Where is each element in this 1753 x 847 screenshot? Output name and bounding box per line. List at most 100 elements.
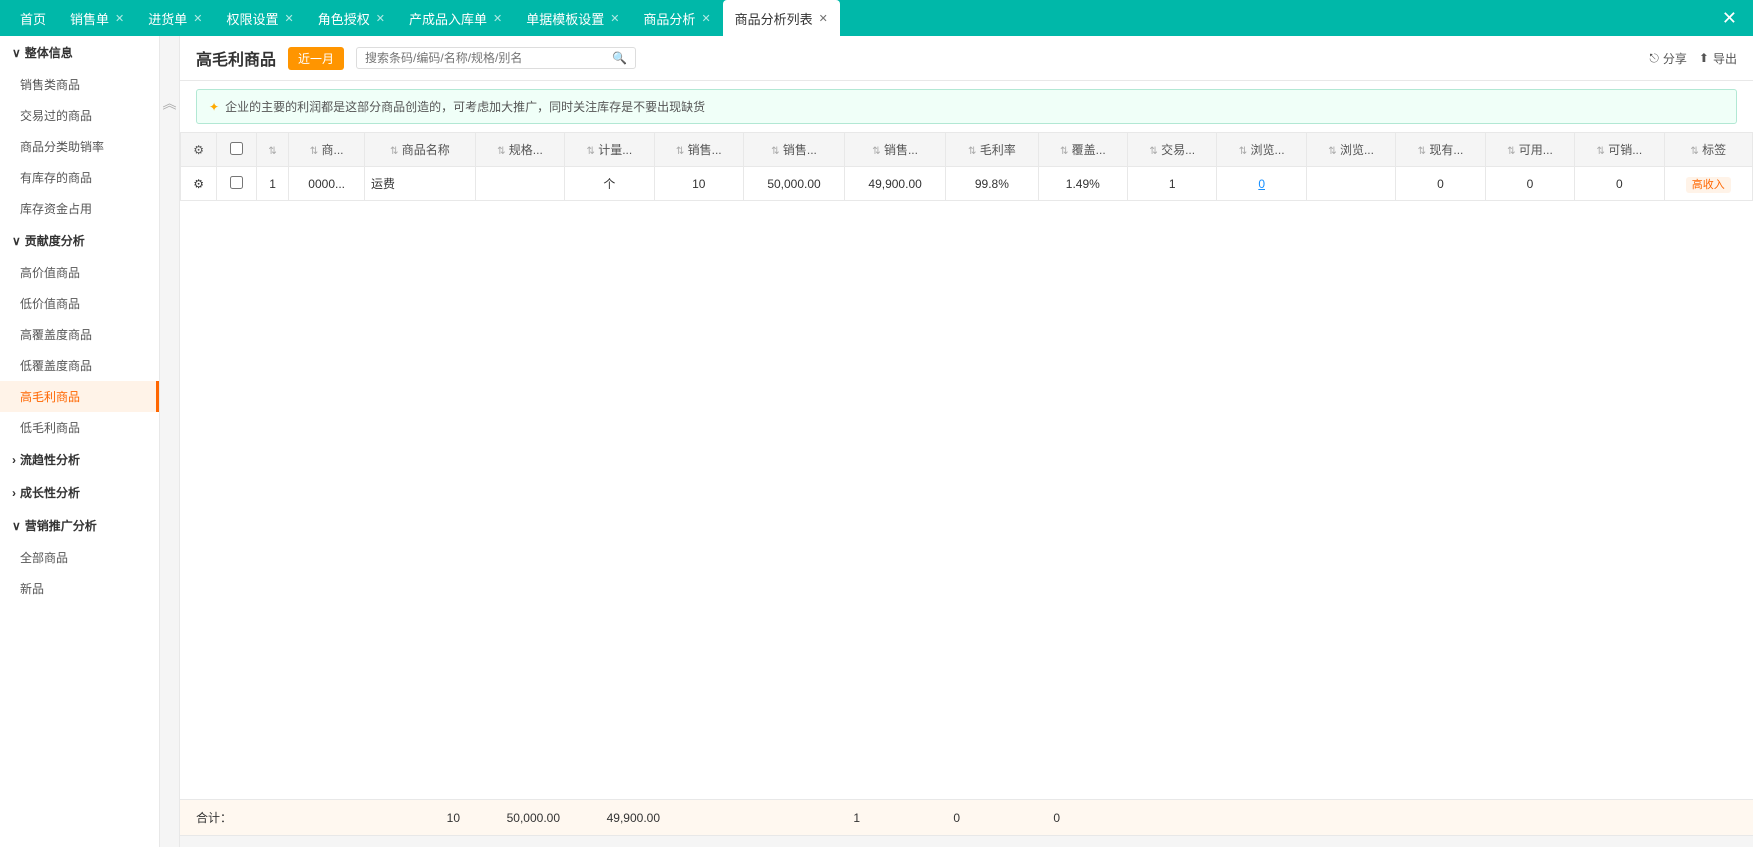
nav-item-商品分析[interactable]: 商品分析✕ bbox=[631, 0, 722, 36]
sidebar-item-销售类商品[interactable]: 销售类商品 bbox=[0, 69, 159, 100]
row-name: 运费 bbox=[364, 167, 475, 201]
info-text: 企业的主要的利润都是这部分商品创造的，可考虑加大推广，同时关注库存是不要出现缺货 bbox=[225, 98, 705, 115]
col-header-code[interactable]: ⇅ 商... bbox=[289, 133, 365, 167]
chevron-right-icon: › bbox=[12, 453, 16, 467]
sidebar-item-库存资金占用[interactable]: 库存资金占用 bbox=[0, 193, 159, 224]
sidebar-item-高毛利商品[interactable]: 高毛利商品 bbox=[0, 381, 159, 412]
nav-item-首页[interactable]: 首页 bbox=[8, 0, 58, 36]
row-available: 0 bbox=[1485, 167, 1574, 201]
footer-trade: 1 bbox=[680, 811, 860, 825]
row-tag: 高收入 bbox=[1664, 167, 1752, 201]
table-body: ⚙10000...运费个1050,000.0049,900.0099.8%1.4… bbox=[181, 167, 1753, 201]
col-header-gross_rate[interactable]: ⇅ 毛利率 bbox=[946, 133, 1038, 167]
nav-item-商品分析列表[interactable]: 商品分析列表✕ bbox=[723, 0, 840, 36]
sidebar-section-营销推广分析[interactable]: ∨营销推广分析 bbox=[0, 509, 159, 542]
row-checkbox[interactable] bbox=[230, 176, 243, 189]
sidebar-item-高覆盖度商品[interactable]: 高覆盖度商品 bbox=[0, 319, 159, 350]
footer-sales-profit: 49,900.00 bbox=[580, 811, 660, 825]
col-header-available[interactable]: ⇅ 可用... bbox=[1485, 133, 1574, 167]
sidebar-item-全部商品[interactable]: 全部商品 bbox=[0, 542, 159, 573]
col-header-coverage[interactable]: ⇅ 覆盖... bbox=[1038, 133, 1127, 167]
footer-sales-amount: 50,000.00 bbox=[480, 811, 560, 825]
row-sales-profit: 49,900.00 bbox=[845, 167, 946, 201]
sidebar-item-新品[interactable]: 新品 bbox=[0, 573, 159, 604]
row-sales-qty: 10 bbox=[654, 167, 743, 201]
col-header-unit[interactable]: ⇅ 计量... bbox=[565, 133, 654, 167]
sidebar-item-高价值商品[interactable]: 高价值商品 bbox=[0, 257, 159, 288]
nav-close-icon[interactable]: ✕ bbox=[701, 12, 710, 25]
col-header-sales_qty[interactable]: ⇅ 销售... bbox=[654, 133, 743, 167]
row-current-stock: 0 bbox=[1396, 167, 1485, 201]
sidebar-item-低覆盖度商品[interactable]: 低覆盖度商品 bbox=[0, 350, 159, 381]
col-header-sales_profit[interactable]: ⇅ 销售... bbox=[845, 133, 946, 167]
search-input[interactable] bbox=[365, 51, 608, 65]
sidebar-item-低毛利商品[interactable]: 低毛利商品 bbox=[0, 412, 159, 443]
header-actions: ⎋ 分享 ⬆ 导出 bbox=[1649, 50, 1737, 67]
nav-item-产成品入库单[interactable]: 产成品入库单✕ bbox=[397, 0, 514, 36]
row-trade: 1 bbox=[1128, 167, 1217, 201]
chevron-down-icon: ∨ bbox=[12, 46, 21, 60]
nav-close-icon[interactable]: ✕ bbox=[376, 12, 385, 25]
share-button[interactable]: ⎋ 分享 bbox=[1649, 50, 1687, 67]
sidebar-section-贡献度分析[interactable]: ∨贡献度分析 bbox=[0, 224, 159, 257]
window-close-button[interactable]: ✕ bbox=[1714, 8, 1745, 29]
row-settings[interactable]: ⚙ bbox=[181, 167, 217, 201]
nav-item-单据模板设置[interactable]: 单据模板设置✕ bbox=[514, 0, 631, 36]
col-header-current_stock[interactable]: ⇅ 现有... bbox=[1396, 133, 1485, 167]
export-icon: ⬆ bbox=[1699, 51, 1709, 65]
export-button[interactable]: ⬆ 导出 bbox=[1699, 50, 1737, 67]
search-box: 🔍 bbox=[356, 47, 636, 69]
col-header-name[interactable]: ⇅ 商品名称 bbox=[364, 133, 475, 167]
info-banner: ✦ 企业的主要的利润都是这部分商品创造的，可考虑加大推广，同时关注库存是不要出现… bbox=[196, 89, 1737, 124]
row-browse2 bbox=[1306, 167, 1395, 201]
nav-close-icon[interactable]: ✕ bbox=[193, 12, 202, 25]
nav-close-icon[interactable]: ✕ bbox=[819, 12, 828, 25]
nav-close-icon[interactable]: ✕ bbox=[285, 12, 294, 25]
row-saleable: 0 bbox=[1575, 167, 1664, 201]
chevron-down-icon: ∨ bbox=[12, 519, 21, 533]
nav-item-角色授权[interactable]: 角色授权✕ bbox=[306, 0, 397, 36]
content-area: 高毛利商品 近一月 🔍 ⎋ 分享 ⬆ 导出 ✦ 企业的主要的利润都是这部分商品创… bbox=[180, 36, 1753, 847]
sidebar-section-整体信息[interactable]: ∨整体信息 bbox=[0, 36, 159, 69]
col-header-num[interactable]: ⇅ bbox=[256, 133, 289, 167]
select-all-checkbox[interactable] bbox=[230, 142, 243, 155]
nav-item-进货单[interactable]: 进货单✕ bbox=[136, 0, 214, 36]
footer-available: 0 bbox=[980, 811, 1060, 825]
nav-close-icon[interactable]: ✕ bbox=[610, 12, 619, 25]
sidebar-toggle-button[interactable]: 《 bbox=[160, 36, 180, 847]
nav-close-icon[interactable]: ✕ bbox=[493, 12, 502, 25]
nav-close-icon[interactable]: ✕ bbox=[115, 12, 124, 25]
nav-item-销售单[interactable]: 销售单✕ bbox=[58, 0, 136, 36]
col-header-checkbox[interactable] bbox=[217, 133, 257, 167]
time-filter-button[interactable]: 近一月 bbox=[288, 47, 344, 70]
footer-sales-qty: 10 bbox=[260, 811, 460, 825]
col-header-trade[interactable]: ⇅ 交易... bbox=[1128, 133, 1217, 167]
table-header-row: ⚙⇅ ⇅ 商...⇅ 商品名称⇅ 规格...⇅ 计量...⇅ 销售...⇅ 销售… bbox=[181, 133, 1753, 167]
footer-bar: 合计： 10 50,000.00 49,900.00 1 0 0 bbox=[180, 799, 1753, 835]
row-browse1[interactable]: 0 bbox=[1217, 167, 1306, 201]
col-header-saleable[interactable]: ⇅ 可销... bbox=[1575, 133, 1664, 167]
col-header-tag[interactable]: ⇅ 标签 bbox=[1664, 133, 1752, 167]
col-header-spec[interactable]: ⇅ 规格... bbox=[475, 133, 564, 167]
page-title: 高毛利商品 bbox=[196, 46, 276, 70]
sidebar-item-有库存的商品[interactable]: 有库存的商品 bbox=[0, 162, 159, 193]
col-header-browse2[interactable]: ⇅ 浏览... bbox=[1306, 133, 1395, 167]
sidebar-item-商品分类助销率[interactable]: 商品分类助销率 bbox=[0, 131, 159, 162]
main-layout: ∨整体信息销售类商品交易过的商品商品分类助销率有库存的商品库存资金占用∨贡献度分… bbox=[0, 36, 1753, 847]
sidebar-item-交易过的商品[interactable]: 交易过的商品 bbox=[0, 100, 159, 131]
row-coverage: 1.49% bbox=[1038, 167, 1127, 201]
col-header-sales_amount[interactable]: ⇅ 销售... bbox=[743, 133, 844, 167]
share-icon: ⎋ bbox=[1649, 51, 1659, 66]
search-icon[interactable]: 🔍 bbox=[612, 51, 627, 65]
table-wrapper: ⚙⇅ ⇅ 商...⇅ 商品名称⇅ 规格...⇅ 计量...⇅ 销售...⇅ 销售… bbox=[180, 132, 1753, 799]
sidebar-section-成长性分析[interactable]: ›成长性分析 bbox=[0, 476, 159, 509]
col-header-settings[interactable]: ⚙ bbox=[181, 133, 217, 167]
row-unit: 个 bbox=[565, 167, 654, 201]
sidebar-section-流趋性分析[interactable]: ›流趋性分析 bbox=[0, 443, 159, 476]
collapse-icon: 《 bbox=[160, 96, 180, 110]
sidebar-item-低价值商品[interactable]: 低价值商品 bbox=[0, 288, 159, 319]
row-code: 0000... bbox=[289, 167, 365, 201]
content-header: 高毛利商品 近一月 🔍 ⎋ 分享 ⬆ 导出 bbox=[180, 36, 1753, 81]
col-header-browse1[interactable]: ⇅ 浏览... bbox=[1217, 133, 1306, 167]
nav-item-权限设置[interactable]: 权限设置✕ bbox=[214, 0, 305, 36]
